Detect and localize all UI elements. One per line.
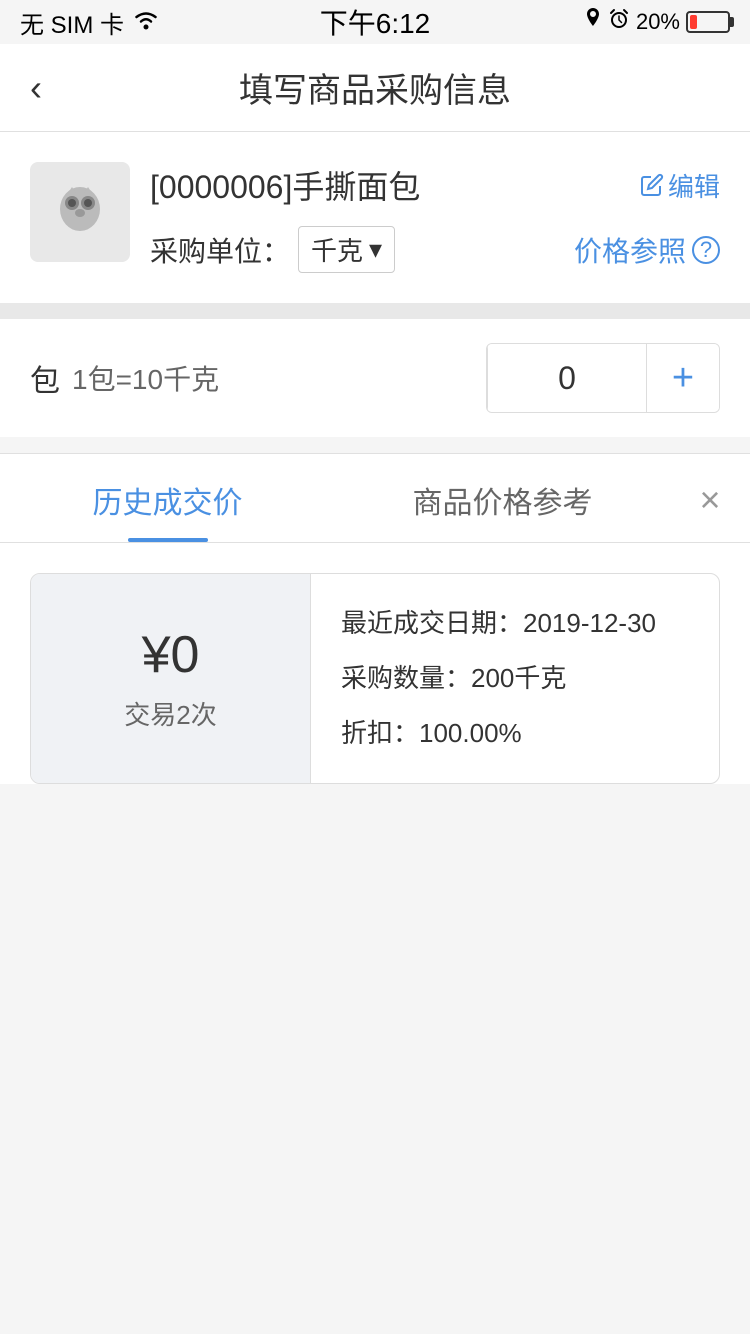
location-icon (584, 8, 602, 36)
price-ref-label: 价格参照 (574, 230, 686, 270)
unit-value: 千克 (311, 231, 363, 268)
quantity-input[interactable] (487, 344, 647, 412)
status-bar: 无 SIM 卡 下午6:12 20% (0, 0, 750, 44)
battery-percent: 20% (636, 9, 680, 35)
transaction-count: 交易2次 (124, 695, 216, 732)
product-details: [0000006]手撕面包 编辑 采购单位： 千克 ▾ 价格参照 ? (150, 162, 720, 273)
tab-history-price-label: 历史成交价 (93, 487, 243, 520)
recent-date-label: 最近成交日期： (341, 608, 523, 638)
product-card: [0000006]手撕面包 编辑 采购单位： 千克 ▾ 价格参照 ? (0, 132, 750, 303)
tab-price-reference-label: 商品价格参考 (413, 487, 593, 520)
discount-value: 100.00% (419, 718, 522, 748)
quantity-row: 包 1包=10千克 + (0, 319, 750, 437)
back-button[interactable]: ‹ (30, 67, 42, 109)
product-unit-row: 采购单位： 千克 ▾ 价格参照 ? (150, 226, 720, 273)
tab-history-price[interactable]: 历史成交价 (0, 454, 335, 542)
status-left: 无 SIM 卡 (20, 5, 160, 40)
edit-label: 编辑 (668, 167, 720, 204)
product-image (30, 162, 130, 262)
tab-price-reference[interactable]: 商品价格参考 (335, 454, 670, 542)
product-header: [0000006]手撕面包 编辑 (150, 162, 720, 208)
purchase-qty-row: 采购数量：200千克 (341, 659, 689, 698)
product-name: [0000006]手撕面包 (150, 162, 420, 208)
unit-conversion-label: 1包=10千克 (72, 358, 219, 398)
nav-bar: ‹ 填写商品采购信息 (0, 44, 750, 132)
transaction-summary: ¥0 交易2次 (31, 574, 311, 783)
unit-select[interactable]: 千克 ▾ (298, 226, 395, 273)
purchase-qty-label: 采购数量： (341, 663, 471, 693)
no-sim-text: 无 SIM 卡 (20, 5, 124, 40)
page-title: 填写商品采购信息 (239, 63, 511, 112)
price-reference-button[interactable]: 价格参照 ? (574, 230, 720, 270)
transaction-price: ¥0 (142, 625, 200, 685)
battery-icon (686, 11, 730, 33)
transaction-card: ¥0 交易2次 最近成交日期：2019-12-30 采购数量：200千克 折扣：… (30, 573, 720, 784)
tabs-container: 历史成交价 商品价格参考 × (0, 454, 750, 543)
quantity-unit-info: 包 1包=10千克 (30, 356, 219, 400)
add-quantity-button[interactable]: + (647, 344, 719, 412)
recent-date-row: 最近成交日期：2019-12-30 (341, 604, 689, 643)
dropdown-arrow-icon: ▾ (369, 234, 382, 265)
product-thumbnail-icon (50, 177, 110, 247)
transaction-details: 最近成交日期：2019-12-30 采购数量：200千克 折扣：100.00% (311, 574, 719, 783)
status-right: 20% (584, 8, 730, 36)
edit-button[interactable]: 编辑 (640, 167, 720, 204)
close-panel-button[interactable]: × (670, 455, 750, 541)
purchase-qty-value: 200千克 (471, 663, 566, 693)
price-ref-help-icon: ? (692, 236, 720, 264)
recent-date-value: 2019-12-30 (523, 608, 656, 638)
quantity-unit-badge: 包 (30, 356, 60, 400)
discount-label: 折扣： (341, 718, 419, 748)
bottom-panel: 历史成交价 商品价格参考 × ¥0 交易2次 最近成交日期：2019-12-30… (0, 453, 750, 784)
status-time: 下午6:12 (320, 2, 431, 42)
wifi-icon (132, 8, 160, 37)
quantity-controls: + (486, 343, 720, 413)
section-divider (0, 303, 750, 319)
unit-label: 采购单位： (150, 230, 290, 270)
alarm-icon (608, 8, 630, 36)
tab-active-indicator (128, 538, 208, 542)
discount-row: 折扣：100.00% (341, 714, 689, 753)
